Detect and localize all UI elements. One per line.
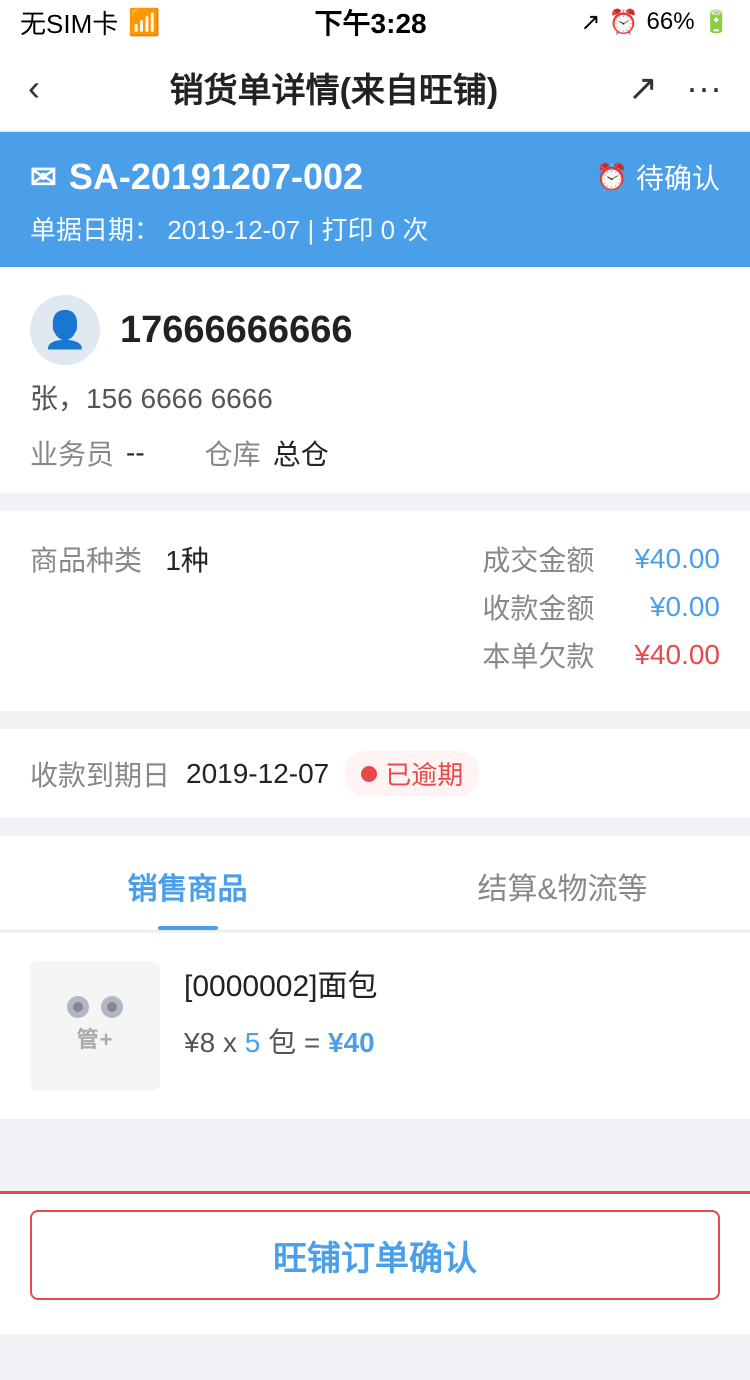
customer-phone: 17666666666 xyxy=(120,309,352,352)
alarm-icon: ⏰ xyxy=(609,8,639,37)
product-qty: 5 xyxy=(245,1027,261,1058)
overdue-dot-icon xyxy=(361,766,377,782)
warehouse-value: 总仓 xyxy=(273,433,329,473)
owl-left-eye-icon xyxy=(67,996,89,1018)
owed-label: 本单欠款 xyxy=(482,635,594,675)
received-amount-row: 收款金额 ¥0.00 xyxy=(482,587,720,627)
no-sim-label: 无SIM卡 xyxy=(20,4,118,41)
share-icon[interactable]: ↗ xyxy=(628,67,658,109)
product-image: 管+ xyxy=(30,961,160,1091)
nav-bar: ‹ 销货单详情(来自旺铺) ↗ ··· xyxy=(0,44,750,132)
customer-section: 👤 17666666666 张，156 6666 6666 业务员 -- 仓库 … xyxy=(0,267,750,493)
tabs-container: 销售商品 结算&物流等 xyxy=(0,836,750,931)
received-value: ¥0.00 xyxy=(650,591,720,623)
transaction-amount-row: 成交金额 ¥40.00 xyxy=(482,539,720,579)
more-icon[interactable]: ··· xyxy=(686,67,722,109)
clock-icon: ⏰ xyxy=(596,162,628,193)
tab-products[interactable]: 销售商品 xyxy=(0,836,375,930)
print-text: | 打印 0 次 xyxy=(307,215,428,245)
calc-times: x xyxy=(223,1027,245,1058)
status-time: 下午3:28 xyxy=(315,2,427,42)
confirm-btn-container: 旺铺订单确认 xyxy=(0,1191,750,1334)
due-date-section: 收款到期日 2019-12-07 已逾期 xyxy=(0,729,750,818)
product-info: [0000002]面包 ¥8 x 5 包 = ¥40 xyxy=(184,961,720,1061)
nav-actions: ↗ ··· xyxy=(628,67,722,109)
product-calculation: ¥8 x 5 包 = ¥40 xyxy=(184,1021,720,1061)
page-title: 销货单详情(来自旺铺) xyxy=(170,63,499,112)
owed-value: ¥40.00 xyxy=(634,639,720,671)
product-type-value: 1种 xyxy=(165,545,209,576)
product-thumbnail: 管+ xyxy=(55,996,135,1056)
wifi-icon: 📶 xyxy=(128,7,160,38)
overdue-badge: 已逾期 xyxy=(345,751,479,796)
product-total: ¥40 xyxy=(328,1027,375,1058)
transaction-label: 成交金额 xyxy=(482,539,594,579)
header-card: ✉ SA-20191207-002 ⏰ 待确认 单据日期： 2019-12-07… xyxy=(0,132,750,267)
due-date-label: 收款到期日 xyxy=(30,754,170,794)
due-date-value: 2019-12-07 xyxy=(186,758,329,790)
product-unit: 包 xyxy=(268,1027,296,1058)
status-left: 无SIM卡 📶 xyxy=(20,4,161,41)
salesman-item: 业务员 -- xyxy=(30,433,145,473)
product-price: ¥8 xyxy=(184,1027,215,1058)
order-icon: ✉ xyxy=(30,158,57,196)
salesman-value: -- xyxy=(126,437,145,469)
owl-eyes-icon xyxy=(67,996,123,1018)
owed-amount-row: 本单欠款 ¥40.00 xyxy=(482,635,720,675)
customer-name: 张，156 6666 6666 xyxy=(30,377,720,417)
tab-settlement[interactable]: 结算&物流等 xyxy=(375,836,750,930)
tab-products-label: 销售商品 xyxy=(128,873,248,906)
product-type-label: 商品种类 xyxy=(30,545,142,576)
customer-meta: 业务员 -- 仓库 总仓 xyxy=(30,433,720,473)
customer-top: 👤 17666666666 xyxy=(30,295,720,365)
avatar: 👤 xyxy=(30,295,100,365)
product-list: 管+ [0000002]面包 ¥8 x 5 包 = ¥40 xyxy=(0,933,750,1120)
date-label: 单据日期： xyxy=(30,215,160,245)
status-text: 待确认 xyxy=(636,157,720,197)
product-name: [0000002]面包 xyxy=(184,961,720,1005)
divider-2 xyxy=(0,713,750,729)
overdue-text: 已逾期 xyxy=(385,755,463,792)
tab-settlement-label: 结算&物流等 xyxy=(477,873,647,906)
back-button[interactable]: ‹ xyxy=(28,67,40,109)
date-value: 2019-12-07 xyxy=(167,215,300,245)
battery-percent: 66% xyxy=(647,8,695,36)
summary-section: 商品种类 1种 成交金额 ¥40.00 收款金额 ¥0.00 本单欠款 ¥40.… xyxy=(0,511,750,711)
order-id: ✉ SA-20191207-002 xyxy=(30,156,363,198)
product-item: 管+ [0000002]面包 ¥8 x 5 包 = ¥40 xyxy=(0,933,750,1120)
divider-1 xyxy=(0,495,750,511)
salesman-label: 业务员 xyxy=(30,433,114,473)
summary-right: 成交金额 ¥40.00 收款金额 ¥0.00 本单欠款 ¥40.00 xyxy=(482,539,720,683)
transaction-value: ¥40.00 xyxy=(634,543,720,575)
location-icon: ↗ xyxy=(581,8,601,37)
divider-3 xyxy=(0,820,750,836)
status-badge: ⏰ 待确认 xyxy=(596,157,720,197)
owl-right-eye-icon xyxy=(101,996,123,1018)
owl-text-icon: 管+ xyxy=(77,1022,114,1054)
confirm-order-button[interactable]: 旺铺订单确认 xyxy=(30,1210,720,1300)
received-label: 收款金额 xyxy=(482,587,594,627)
warehouse-label: 仓库 xyxy=(205,433,261,473)
battery-icon: 🔋 xyxy=(703,9,730,35)
header-top: ✉ SA-20191207-002 ⏰ 待确认 xyxy=(30,156,720,198)
warehouse-item: 仓库 总仓 xyxy=(205,433,329,473)
calc-equals: = xyxy=(304,1027,328,1058)
order-date: 单据日期： 2019-12-07 | 打印 0 次 xyxy=(30,210,720,247)
summary-left: 商品种类 1种 xyxy=(30,539,209,579)
status-bar: 无SIM卡 📶 下午3:28 ↗ ⏰ 66% 🔋 xyxy=(0,0,750,44)
status-right: ↗ ⏰ 66% 🔋 xyxy=(581,8,730,37)
order-id-text: SA-20191207-002 xyxy=(69,156,363,198)
